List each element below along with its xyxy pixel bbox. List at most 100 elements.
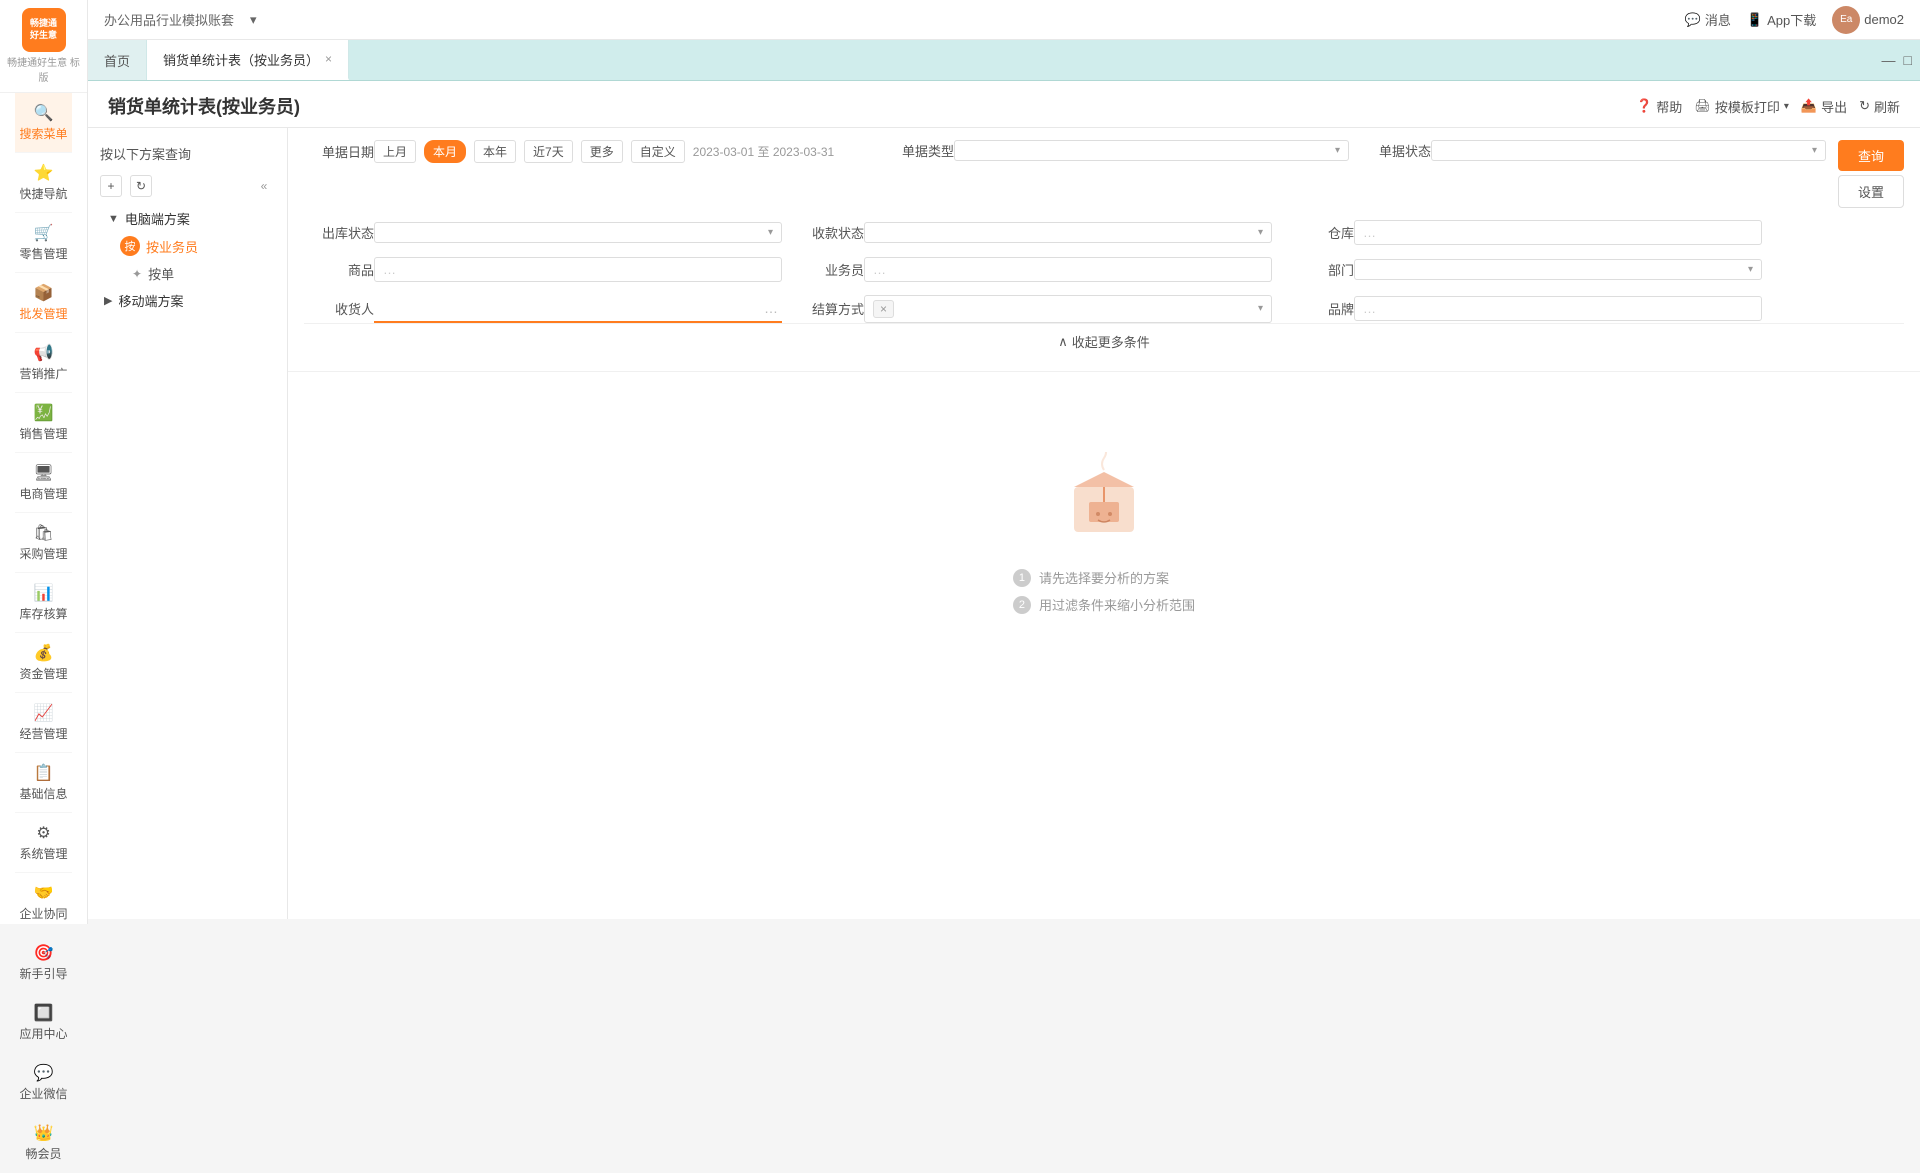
brand-select[interactable]: … <box>1354 296 1762 321</box>
out-status-arrow-icon: ▾ <box>768 227 773 238</box>
sidebar-item-purchase[interactable]: 🛍 采购管理 <box>15 513 71 573</box>
sidebar-item-sales[interactable]: 💹 销售管理 <box>15 393 71 453</box>
consignee-input[interactable] <box>374 296 764 319</box>
finance-label: 资金管理 <box>19 665 67 682</box>
export-btn[interactable]: 📤 导出 <box>1801 97 1847 116</box>
out-status-group: 出库状态 ▾ <box>304 222 782 243</box>
wholesale-label: 批发管理 <box>19 305 67 322</box>
empty-illustration <box>1054 452 1154 552</box>
add-icon: + <box>107 179 114 193</box>
sidebar-item-retail[interactable]: 🛒 零售管理 <box>15 213 71 273</box>
sidebar-item-inventory[interactable]: 📊 库存核算 <box>15 573 71 633</box>
user-menu[interactable]: Ea demo2 <box>1832 6 1904 34</box>
sales-icon: 💹 <box>34 403 54 423</box>
tree-child-salesperson[interactable]: 按 按业务员 <box>88 232 287 260</box>
tree-subchild-order[interactable]: ✦ 按单 <box>88 260 287 287</box>
settings-btn[interactable]: 设置 <box>1838 175 1904 208</box>
tree-item-desktop[interactable]: ▼ 电脑端方案 <box>88 205 287 232</box>
settlement-select[interactable]: × ▾ <box>864 295 1272 323</box>
query-btn[interactable]: 查询 <box>1838 140 1904 171</box>
ecommerce-label: 电商管理 <box>19 485 67 502</box>
export-icon: 📤 <box>1801 98 1817 114</box>
sidebar-item-search[interactable]: 🔍 搜索菜单 <box>15 93 71 153</box>
settlement-tag-x-btn[interactable]: × <box>880 302 887 316</box>
sidebar-logo: 畅捷通好生意 畅捷通好生意 标版 <box>0 0 87 93</box>
salesperson-select[interactable]: … <box>864 257 1272 282</box>
warehouse-label: 仓库 <box>1284 223 1354 242</box>
tab-active-label: 销货单统计表（按业务员） <box>163 50 319 69</box>
goods-select[interactable]: … <box>374 257 782 282</box>
sidebar-item-ecommerce[interactable]: 🖥 电商管理 <box>15 453 71 513</box>
template-print-label: 按模板打印 <box>1715 97 1780 116</box>
collapse-link[interactable]: ∧ 收起更多条件 <box>1058 332 1150 351</box>
appstore-label: 应用中心 <box>19 1025 67 1042</box>
workspace-dropdown[interactable]: ▾ <box>250 12 257 28</box>
app-download-btn[interactable]: 📱 App下载 <box>1747 10 1816 29</box>
out-status-select[interactable]: ▾ <box>374 222 782 243</box>
tab-close-btn[interactable]: × <box>325 52 332 66</box>
action-btn-group: 查询 设置 <box>1838 140 1904 208</box>
sidebar-item-enterprise[interactable]: 🤝 企业协同 <box>15 873 71 933</box>
collapse-panel-btn[interactable]: « <box>253 175 275 197</box>
sidebar-item-marketing[interactable]: 📢 营销推广 <box>15 333 71 393</box>
purchase-icon: 🛍 <box>33 523 53 543</box>
more-btn[interactable]: 更多 <box>581 140 623 163</box>
tab-maximize-btn[interactable]: □ <box>1904 52 1912 68</box>
empty-tip-1: 1 请先选择要分析的方案 <box>1013 568 1195 587</box>
sales-label: 销售管理 <box>19 425 67 442</box>
right-panel: 单据日期 上月 本月 本年 近7天 更多 自定义 2023-03-01 至 20… <box>288 128 1920 919</box>
newuser-icon: 🎯 <box>34 943 54 963</box>
tab-minimize-btn[interactable]: — <box>1882 52 1896 68</box>
sidebar-item-basic[interactable]: 📋 基础信息 <box>15 753 71 813</box>
sidebar-item-operations[interactable]: 📈 经营管理 <box>15 693 71 753</box>
tab-home[interactable]: 首页 <box>88 40 147 80</box>
goods-group: 商品 … <box>304 257 782 282</box>
filter-row-1: 单据日期 上月 本月 本年 近7天 更多 自定义 2023-03-01 至 20… <box>304 140 1904 208</box>
appstore-icon: 🔲 <box>34 1003 54 1023</box>
print-icon: 🖨 <box>1694 98 1711 114</box>
page-title: 销货单统计表(按业务员) <box>108 93 300 119</box>
username-label: demo2 <box>1864 12 1904 27</box>
brand-dots: … <box>1363 301 1753 316</box>
department-select[interactable]: ▾ <box>1354 259 1762 280</box>
sidebar-item-system[interactable]: ⚙ 系统管理 <box>15 813 71 873</box>
add-scheme-btn[interactable]: + <box>100 175 122 197</box>
doc-type-select[interactable]: ▾ <box>954 140 1349 161</box>
custom-btn[interactable]: 自定义 <box>631 140 685 163</box>
warehouse-select[interactable]: … <box>1354 220 1762 245</box>
doc-status-select[interactable]: ▾ <box>1431 140 1826 161</box>
sidebar-item-finance[interactable]: 💰 资金管理 <box>15 633 71 693</box>
sidebar-item-appstore[interactable]: 🔲 应用中心 <box>15 993 71 1053</box>
newuser-label: 新手引导 <box>19 965 67 982</box>
date-label: 单据日期 <box>304 142 374 161</box>
logo-icon[interactable]: 畅捷通好生意 <box>22 8 66 52</box>
left-panel-toolbar: + ↻ « <box>88 171 287 205</box>
template-print-btn[interactable]: 🖨 按模板打印 ▾ <box>1694 97 1789 116</box>
receipt-status-select[interactable]: ▾ <box>864 222 1272 243</box>
inventory-icon: 📊 <box>34 583 54 603</box>
sidebar-item-wholesale[interactable]: 📦 批发管理 <box>15 273 71 333</box>
warehouse-group: 仓库 … <box>1284 220 1762 245</box>
export-label: 导出 <box>1821 97 1847 116</box>
last-month-btn[interactable]: 上月 <box>374 140 416 163</box>
settlement-label: 结算方式 <box>794 299 864 318</box>
tab-salesperson-report[interactable]: 销货单统计表（按业务员） × <box>147 40 349 80</box>
last7days-btn[interactable]: 近7天 <box>524 140 573 163</box>
sidebar-item-wechat[interactable]: 💬 企业微信 <box>15 1053 71 1113</box>
this-month-btn[interactable]: 本月 <box>424 140 466 163</box>
tree-item-mobile[interactable]: ▶ 移动端方案 <box>88 287 287 314</box>
sidebar-item-shortcut[interactable]: ⭐ 快捷导航 <box>15 153 71 213</box>
settlement-arrow-icon: ▾ <box>1258 303 1263 314</box>
receipt-status-group: 收款状态 ▾ <box>794 222 1272 243</box>
department-arrow-icon: ▾ <box>1748 264 1753 275</box>
topbar: 办公用品行业模拟账套 ▾ 💬 消息 📱 App下载 Ea demo2 <box>88 0 1920 40</box>
sidebar-item-newuser[interactable]: 🎯 新手引导 <box>15 933 71 993</box>
sidebar-item-member[interactable]: 👑 畅会员 <box>15 1113 71 1173</box>
tree-mobile-arrow-icon: ▶ <box>104 294 112 307</box>
refresh-btn[interactable]: ↻ 刷新 <box>1859 97 1900 116</box>
refresh-scheme-btn[interactable]: ↻ <box>130 175 152 197</box>
collapse-text: 收起更多条件 <box>1072 332 1150 351</box>
help-btn[interactable]: ❓ 帮助 <box>1636 97 1682 116</box>
this-year-btn[interactable]: 本年 <box>474 140 516 163</box>
message-btn[interactable]: 💬 消息 <box>1685 10 1731 29</box>
